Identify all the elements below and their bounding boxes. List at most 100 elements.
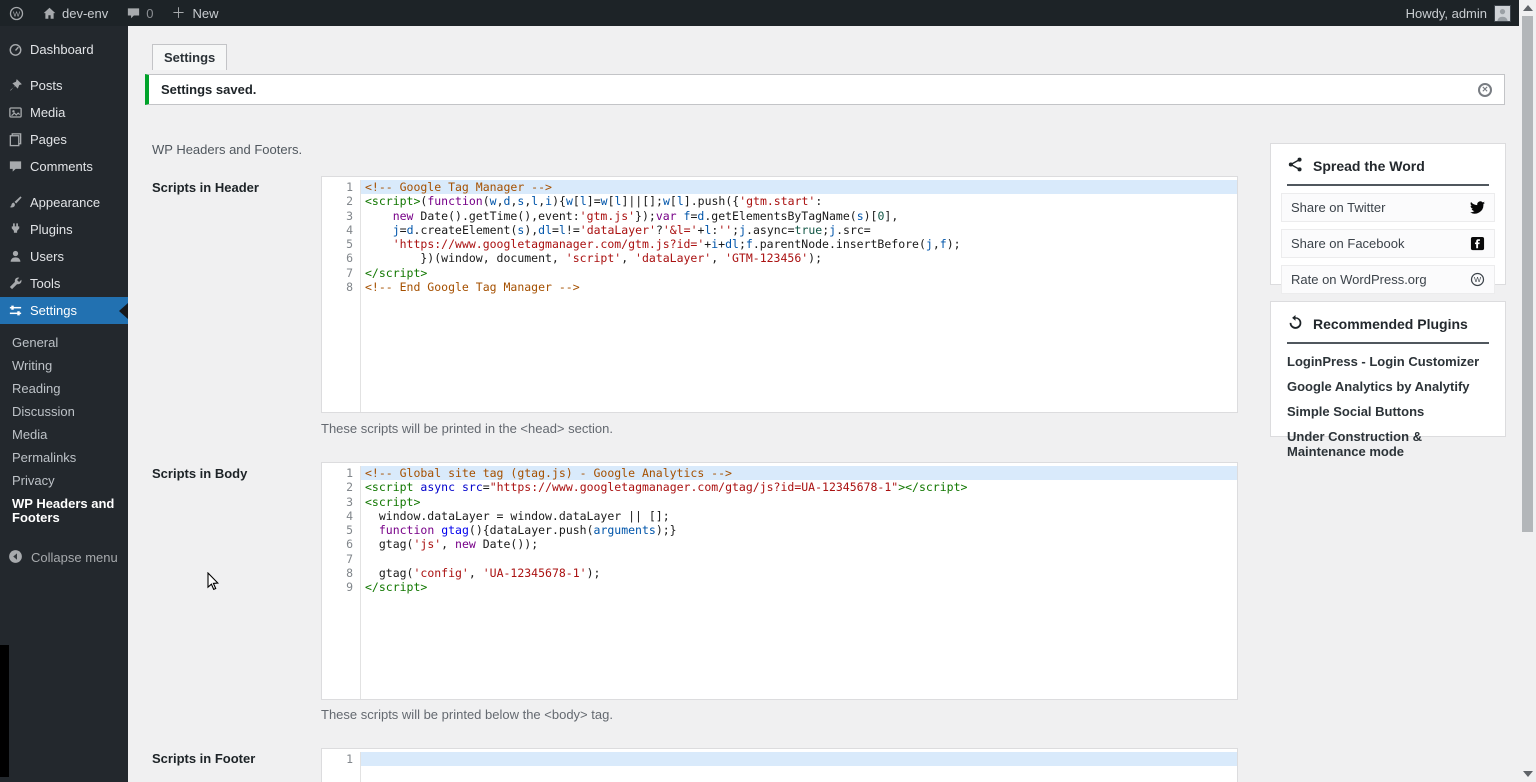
collapse-arrow-icon xyxy=(8,549,23,567)
scrollbar-down-arrow-icon[interactable] xyxy=(1523,771,1533,777)
code-text: 'https://www.googletagmanager.com/gtm.js… xyxy=(392,237,961,252)
plugins-icon xyxy=(8,222,23,237)
submenu-item-wp-headers-and-footers[interactable]: WP Headers and Footers xyxy=(0,492,128,529)
wordpress-icon: W xyxy=(1470,272,1485,287)
sidebar-item-pages[interactable]: Pages xyxy=(0,126,128,153)
code-line[interactable]: 6 gtag('js', new Date()); xyxy=(322,537,1237,552)
editor-empty-area[interactable] xyxy=(322,594,1237,699)
wordpress-menu-button[interactable]: W xyxy=(0,0,33,26)
account-menu[interactable]: Howdy, admin xyxy=(1406,6,1487,21)
site-name-link[interactable]: dev-env xyxy=(33,0,117,26)
users-icon xyxy=(8,249,23,264)
sidebar-item-settings[interactable]: Settings xyxy=(0,297,128,324)
code-line[interactable]: 1 <!-- Google Tag Manager --> xyxy=(322,180,1237,195)
plugin-link-google-analytics-by-analytify[interactable]: Google Analytics by Analytify xyxy=(1287,379,1489,394)
scrollbar-up-arrow-icon[interactable] xyxy=(1523,5,1533,11)
code-text: <script>(function(w,d,s,l,i){w[l]=w[l]||… xyxy=(365,194,823,209)
avatar[interactable] xyxy=(1494,4,1511,22)
code-line[interactable]: 8 <!-- End Google Tag Manager --> xyxy=(322,280,1237,295)
code-line[interactable]: 3 new Date().getTime(),event:'gtm.js'});… xyxy=(322,208,1237,223)
code-line[interactable]: 2 <script async src="https://www.googleta… xyxy=(322,480,1237,495)
menu-separator xyxy=(0,63,128,72)
line-number: 1 xyxy=(322,180,361,195)
twitter-icon xyxy=(1470,200,1485,215)
spread-the-word-header: Spread the Word xyxy=(1287,156,1489,186)
share-row-label: Share on Facebook xyxy=(1291,236,1405,251)
new-content-button[interactable]: ＋ New xyxy=(162,0,227,26)
sidebar-item-tools[interactable]: Tools xyxy=(0,270,128,297)
sidebar-item-label: Comments xyxy=(30,159,93,174)
submenu-item-media[interactable]: Media xyxy=(0,423,128,446)
sidebar-item-posts[interactable]: Posts xyxy=(0,72,128,99)
code-line[interactable]: 3 <script> xyxy=(322,494,1237,509)
code-line[interactable]: 1 <!-- Global site tag (gtag.js) - Google… xyxy=(322,466,1237,481)
comment-count: 0 xyxy=(146,5,154,21)
share-on-facebook-link[interactable]: Share on Facebook xyxy=(1281,229,1495,258)
screen-artifact xyxy=(0,645,9,777)
code-line[interactable]: 7 xyxy=(322,551,1237,567)
submenu-item-writing[interactable]: Writing xyxy=(0,354,128,377)
tab-settings-label: Settings xyxy=(164,50,216,65)
code-line[interactable]: 5 'https://www.googletagmanager.com/gtm.… xyxy=(322,237,1237,252)
plus-icon: ＋ xyxy=(171,5,186,21)
line-number: 8 xyxy=(322,280,361,295)
scrollbar-thumb[interactable] xyxy=(1522,16,1533,532)
sidebar-item-label: Media xyxy=(30,105,66,120)
new-label: New xyxy=(192,5,219,21)
sidebar-item-comments[interactable]: Comments xyxy=(0,153,128,180)
code-text: new Date().getTime(),event:'gtm.js'});va… xyxy=(392,208,899,223)
sidebar-item-label: Users xyxy=(30,249,64,264)
code-editor-body[interactable]: 1 <!-- Global site tag (gtag.js) - Google… xyxy=(321,462,1238,700)
submenu-item-privacy[interactable]: Privacy xyxy=(0,469,128,492)
plugin-link-simple-social-buttons[interactable]: Simple Social Buttons xyxy=(1287,404,1489,419)
code-text: <!-- End Google Tag Manager --> xyxy=(365,280,580,295)
submenu-item-reading[interactable]: Reading xyxy=(0,377,128,400)
collapse-menu-button[interactable]: Collapse menu xyxy=(0,544,128,571)
editor-empty-area[interactable] xyxy=(322,294,1237,412)
share-on-twitter-link[interactable]: Share on Twitter xyxy=(1281,193,1495,222)
pages-icon xyxy=(8,132,23,147)
code-text: window.dataLayer = window.dataLayer || [… xyxy=(365,508,670,523)
sidebar-item-plugins[interactable]: Plugins xyxy=(0,216,128,243)
sidebar-item-users[interactable]: Users xyxy=(0,243,128,270)
spread-the-word-title: Spread the Word xyxy=(1313,158,1425,174)
code-editor-footer[interactable]: 1 xyxy=(321,748,1238,782)
plugin-items: LoginPress - Login Customizer Google Anal… xyxy=(1271,354,1505,459)
editor-empty-area[interactable] xyxy=(322,766,1237,782)
code-line[interactable]: 4 j=d.createElement(s),dl=l!='dataLayer'… xyxy=(322,222,1237,238)
submenu-item-discussion[interactable]: Discussion xyxy=(0,400,128,423)
notice-text: Settings saved. xyxy=(161,82,257,97)
line-number: 3 xyxy=(322,494,361,509)
code-line[interactable]: 1 xyxy=(322,752,1237,767)
sidebar-item-label: Posts xyxy=(30,78,63,93)
submenu-item-general[interactable]: General xyxy=(0,331,128,354)
code-line[interactable]: 8 gtag('config', 'UA-12345678-1'); xyxy=(322,566,1237,581)
code-line[interactable]: 6 })(window, document, 'script', 'dataLa… xyxy=(322,251,1237,266)
dismiss-notice-icon[interactable]: ✕ xyxy=(1478,82,1492,97)
submenu-item-permalinks[interactable]: Permalinks xyxy=(0,446,128,469)
code-editor-header[interactable]: 1 <!-- Google Tag Manager --> 2 <script>(fu… xyxy=(321,176,1238,413)
label-scripts-in-footer: Scripts in Footer xyxy=(152,751,256,766)
page-scrollbar xyxy=(1519,0,1536,782)
sidebar-item-label: Appearance xyxy=(30,195,101,210)
sidebar-item-media[interactable]: Media xyxy=(0,99,128,126)
sidebar-item-appearance[interactable]: Appearance xyxy=(0,189,128,216)
code-text: function gtag(){dataLayer.push(arguments… xyxy=(378,523,677,538)
code-line[interactable]: 7 </script> xyxy=(322,265,1237,281)
code-line[interactable]: 9 </script> xyxy=(322,580,1237,595)
plugin-link-under-construction-maintenance-mode[interactable]: Under Construction & Maintenance mode xyxy=(1287,429,1489,459)
code-line[interactable]: 5 function gtag(){dataLayer.push(argumen… xyxy=(322,523,1237,538)
howdy-text: Howdy, admin xyxy=(1405,5,1487,21)
comments-icon xyxy=(8,159,23,174)
sidebar-item-dashboard[interactable]: Dashboard xyxy=(0,36,128,63)
comments-bubble-button[interactable]: 0 xyxy=(117,0,162,26)
rate-on-wordpress-org-link[interactable]: Rate on WordPress.org W xyxy=(1281,265,1495,294)
code-line[interactable]: 2 <script>(function(w,d,s,l,i){w[l]=w[l]|… xyxy=(322,194,1237,209)
label-scripts-in-body: Scripts in Body xyxy=(152,466,248,481)
tab-settings[interactable]: Settings xyxy=(152,44,228,70)
code-line[interactable]: 4 window.dataLayer = window.dataLayer ||… xyxy=(322,508,1237,524)
line-number: 7 xyxy=(322,551,361,567)
line-number: 5 xyxy=(322,237,361,252)
site-name: dev-env xyxy=(62,5,109,21)
plugin-link-loginpress-login-customizer[interactable]: LoginPress - Login Customizer xyxy=(1287,354,1489,369)
